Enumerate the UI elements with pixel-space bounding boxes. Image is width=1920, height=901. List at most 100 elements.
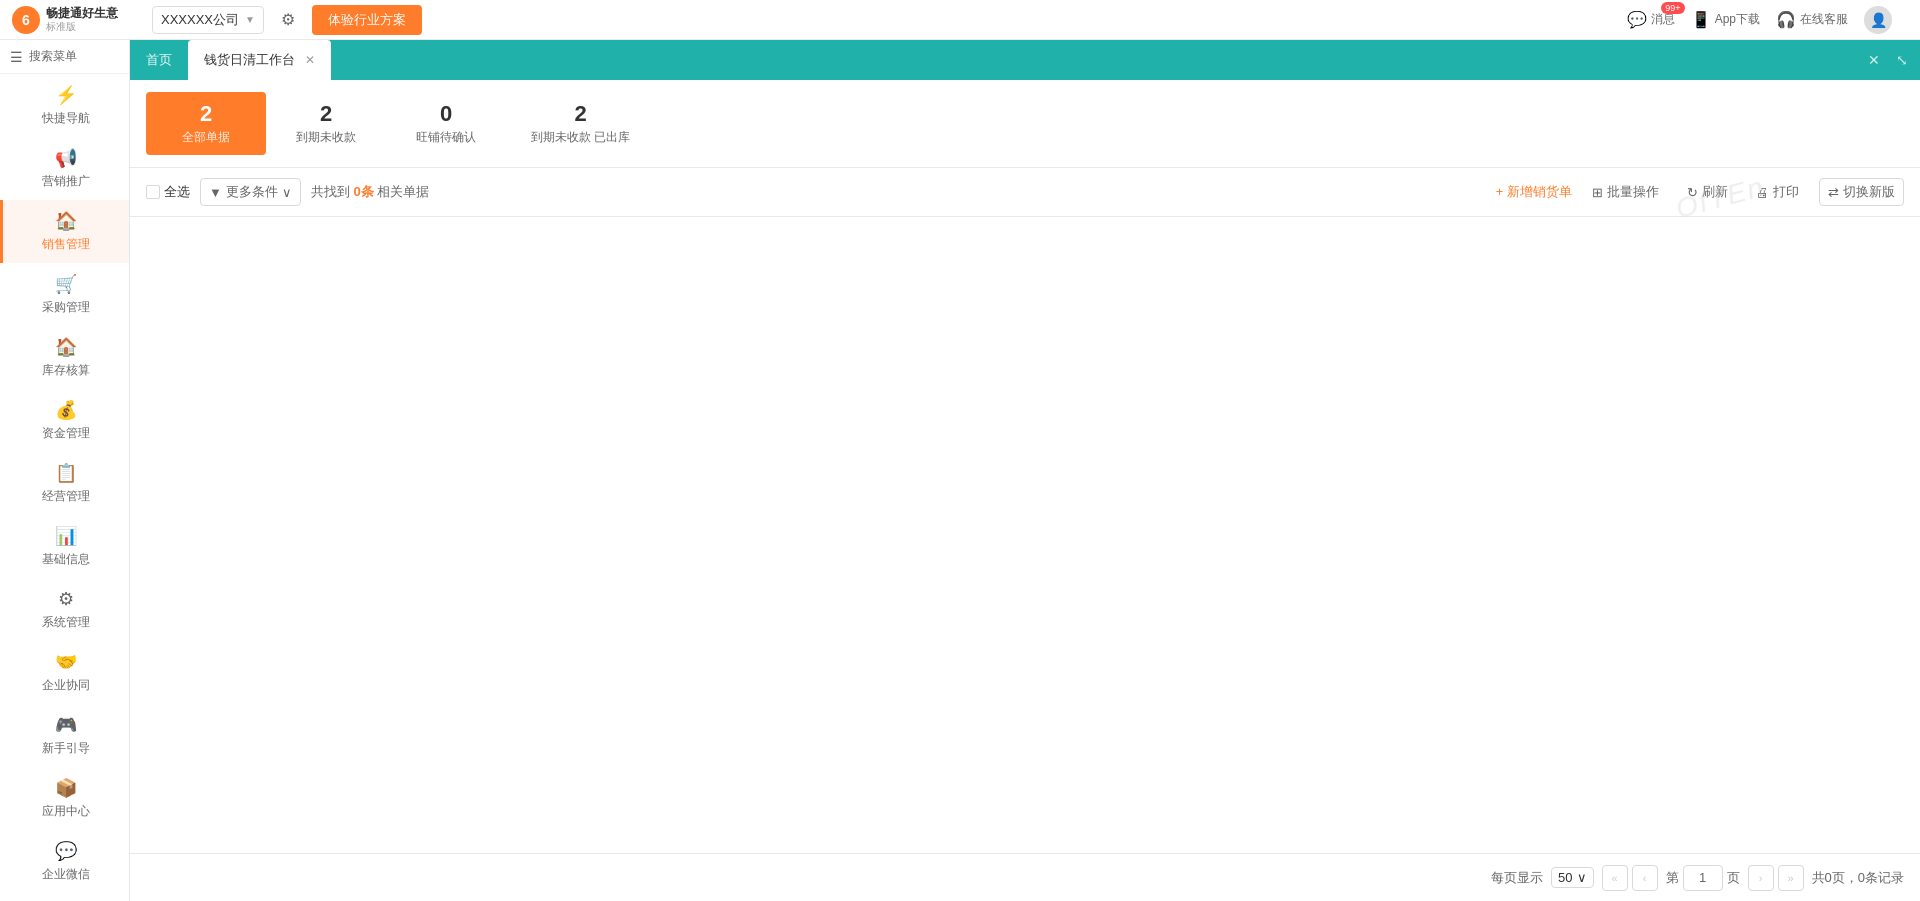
result-prefix: 共找到 <box>311 184 350 199</box>
page-number: 1 <box>1699 870 1706 885</box>
page-total: 共0页，0条记录 <box>1812 869 1904 887</box>
sidebar-search[interactable]: ☰ 搜索菜单 <box>0 40 129 74</box>
sidebar: ☰ 搜索菜单 ⚡ 快捷导航 📢 营销推广 🏠 销售管理 🛒 采购管理 🏠 库存核… <box>0 40 130 901</box>
stat-card-overdue[interactable]: 2 到期未收款 <box>266 92 386 155</box>
print-button[interactable]: 🖨 打印 <box>1748 179 1807 205</box>
last-page-button[interactable]: » <box>1778 865 1804 891</box>
sidebar-item-marketing[interactable]: 📢 营销推广 <box>0 137 129 200</box>
sidebar-item-label: 基础信息 <box>42 551 90 568</box>
header-middle: XXXXXX公司 ▼ ⚙ 体验行业方案 <box>142 5 1627 35</box>
refresh-button[interactable]: ↻ 刷新 <box>1679 179 1736 205</box>
result-text: 共找到 0条 相关单据 <box>311 183 429 201</box>
sidebar-item-sales[interactable]: 🏠 销售管理 <box>0 200 129 263</box>
chevron-down-icon: ▼ <box>245 14 255 25</box>
online-service-label: 在线客服 <box>1800 11 1848 28</box>
stat-label-all: 全部单据 <box>171 129 241 146</box>
per-page-select[interactable]: 50 ∨ <box>1551 867 1593 888</box>
sidebar-item-system[interactable]: ⚙ 系统管理 <box>0 578 129 641</box>
apps-icon: 📦 <box>55 777 77 799</box>
page-input: 第 1 页 <box>1666 865 1740 891</box>
marketing-icon: 📢 <box>55 147 77 169</box>
content-area: 首页 钱货日清工作台 ✕ ✕ ⤡ 2 全部单据 2 到期未收款 <box>130 40 1920 901</box>
tab-maximize-icon[interactable]: ⤡ <box>1892 48 1912 72</box>
sidebar-item-label: 新手引导 <box>42 740 90 757</box>
sidebar-item-apps[interactable]: 📦 应用中心 <box>0 767 129 830</box>
operations-icon: 📋 <box>55 462 77 484</box>
tab-home[interactable]: 首页 <box>130 40 188 80</box>
sidebar-item-label: 销售管理 <box>42 236 90 253</box>
sidebar-item-finance[interactable]: 💰 资金管理 <box>0 389 129 452</box>
stat-card-pending[interactable]: 0 旺铺待确认 <box>386 92 506 155</box>
settings-button[interactable]: ⚙ <box>274 6 302 34</box>
sidebar-item-wechat[interactable]: 💬 企业微信 <box>0 830 129 893</box>
app-download-label: App下载 <box>1715 11 1760 28</box>
logo-area: 6 畅捷通好生意 标准版 <box>12 6 142 34</box>
main-layout: ☰ 搜索菜单 ⚡ 快捷导航 📢 营销推广 🏠 销售管理 🛒 采购管理 🏠 库存核… <box>0 40 1920 901</box>
next-page-icon: › <box>1759 872 1763 884</box>
app-download-button[interactable]: 📱 App下载 <box>1691 10 1760 29</box>
next-page-button[interactable]: › <box>1748 865 1774 891</box>
logo-text: 畅捷通好生意 标准版 <box>46 6 118 32</box>
stat-number-shipped: 2 <box>531 101 630 127</box>
wechat-icon: 💬 <box>55 840 77 862</box>
stat-number-pending: 0 <box>411 101 481 127</box>
sales-icon: 🏠 <box>55 210 77 232</box>
sidebar-item-label: 营销推广 <box>42 173 90 190</box>
batch-icon: ⊞ <box>1592 185 1603 200</box>
trial-button[interactable]: 体验行业方案 <box>312 5 422 35</box>
per-page-chevron-icon: ∨ <box>1577 870 1587 885</box>
select-all-checkbox[interactable]: 全选 <box>146 183 190 201</box>
sidebar-item-label: 库存核算 <box>42 362 90 379</box>
app-title: 畅捷通好生意 <box>46 6 118 20</box>
company-selector[interactable]: XXXXXX公司 ▼ <box>152 6 264 34</box>
tab-actions: ✕ ⤡ <box>1864 48 1920 72</box>
toolbar: 全选 ▼ 更多条件 ∨ 共找到 0条 相关单据 + 新增销货单 <box>130 168 1920 217</box>
filter-button[interactable]: ▼ 更多条件 ∨ <box>200 178 301 206</box>
switch-version-button[interactable]: ⇄ 切换新版 <box>1819 178 1904 206</box>
stat-card-shipped[interactable]: 2 到期未收款 已出库 <box>506 92 655 155</box>
avatar[interactable]: 👤 <box>1864 6 1892 34</box>
page-nav: « ‹ <box>1602 865 1658 891</box>
stat-label-shipped: 到期未收款 已出库 <box>531 129 630 146</box>
sidebar-item-label: 资金管理 <box>42 425 90 442</box>
sidebar-item-operations[interactable]: 📋 经营管理 <box>0 452 129 515</box>
sidebar-item-purchase[interactable]: 🛒 采购管理 <box>0 263 129 326</box>
add-sales-button[interactable]: + 新增销货单 <box>1496 183 1572 201</box>
sidebar-item-member[interactable]: V 畅会员 <box>0 893 129 901</box>
sidebar-item-basic[interactable]: 📊 基础信息 <box>0 515 129 578</box>
sidebar-item-label: 系统管理 <box>42 614 90 631</box>
print-label: 打印 <box>1773 183 1799 201</box>
tab-close-icon[interactable]: ✕ <box>305 53 315 67</box>
sidebar-item-quick-nav[interactable]: ⚡ 快捷导航 <box>0 74 129 137</box>
message-button[interactable]: 💬 消息 99+ <box>1627 10 1675 29</box>
tab-workbench[interactable]: 钱货日清工作台 ✕ <box>188 40 331 80</box>
sidebar-item-inventory[interactable]: 🏠 库存核算 <box>0 326 129 389</box>
checkbox-input[interactable] <box>146 185 160 199</box>
stat-card-all[interactable]: 2 全部单据 <box>146 92 266 155</box>
batch-operation-button[interactable]: ⊞ 批量操作 <box>1584 179 1667 205</box>
message-icon: 💬 <box>1627 10 1647 29</box>
refresh-icon: ↻ <box>1687 185 1698 200</box>
sidebar-item-label: 企业微信 <box>42 866 90 883</box>
sidebar-item-label: 企业协同 <box>42 677 90 694</box>
result-count: 0条 <box>354 184 374 199</box>
stat-number-overdue: 2 <box>291 101 361 127</box>
quick-nav-icon: ⚡ <box>55 84 77 106</box>
prev-page-button[interactable]: ‹ <box>1632 865 1658 891</box>
first-page-button[interactable]: « <box>1602 865 1628 891</box>
sidebar-item-coop[interactable]: 🤝 企业协同 <box>0 641 129 704</box>
refresh-label: 刷新 <box>1702 183 1728 201</box>
guide-icon: 🎮 <box>55 714 77 736</box>
stat-label-pending: 旺铺待确认 <box>411 129 481 146</box>
finance-icon: 💰 <box>55 399 77 421</box>
online-service-button[interactable]: 🎧 在线客服 <box>1776 10 1848 29</box>
stat-label-overdue: 到期未收款 <box>291 129 361 146</box>
prev-page-icon: ‹ <box>1643 872 1647 884</box>
tab-minimize-icon[interactable]: ✕ <box>1864 48 1884 72</box>
page-number-input[interactable]: 1 <box>1683 865 1723 891</box>
per-page-label: 每页显示 <box>1491 869 1543 887</box>
sidebar-item-guide[interactable]: 🎮 新手引导 <box>0 704 129 767</box>
last-page-icon: » <box>1787 872 1793 884</box>
print-icon: 🖨 <box>1756 185 1769 200</box>
switch-icon: ⇄ <box>1828 185 1839 200</box>
